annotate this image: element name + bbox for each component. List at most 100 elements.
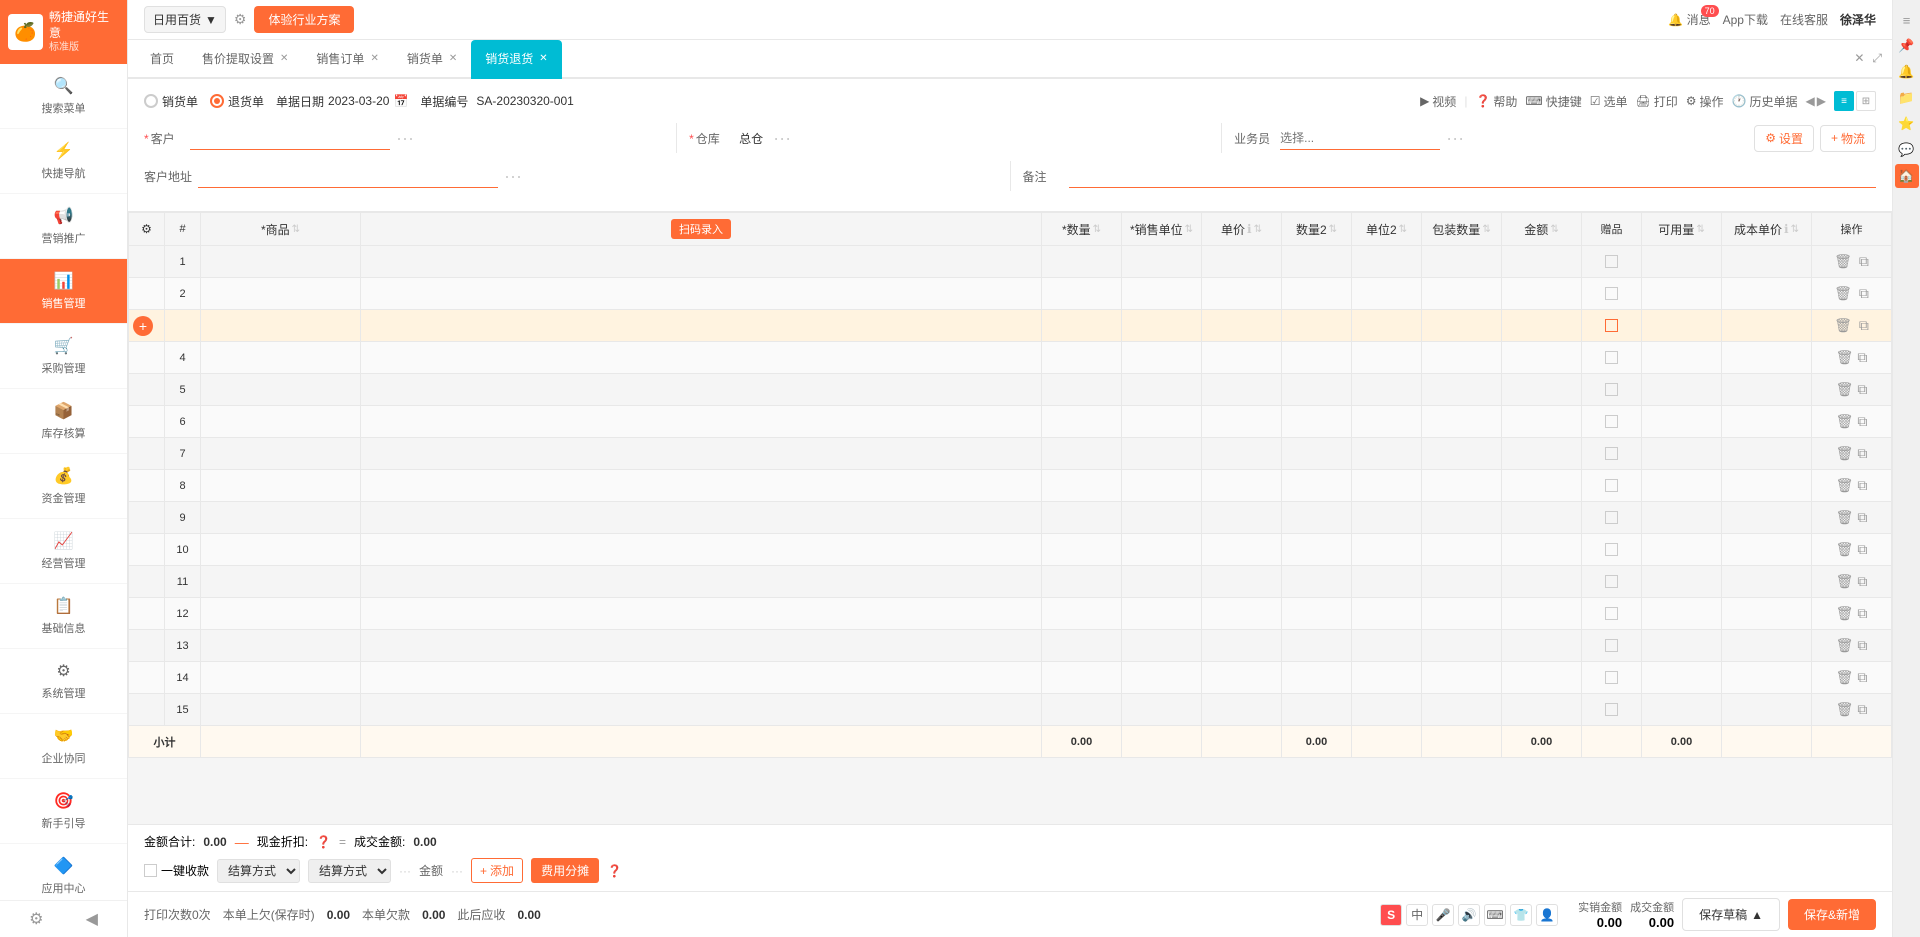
salesperson-dots-btn[interactable]: ···: [1446, 128, 1464, 149]
tab-close-btn[interactable]: ✕: [1852, 49, 1866, 68]
row-pack-1[interactable]: [1422, 246, 1502, 278]
right-icon-1[interactable]: ≡: [1895, 8, 1919, 32]
unit-sort-icon[interactable]: ⇅: [1185, 224, 1193, 235]
logistics-button[interactable]: + 物流: [1820, 125, 1876, 152]
delete-btn-4[interactable]: 🗑: [1834, 347, 1856, 368]
gift-cb-12[interactable]: [1605, 607, 1618, 620]
delete-btn-1[interactable]: 🗑: [1832, 251, 1854, 272]
keyboard-icon[interactable]: ⌨: [1484, 904, 1506, 926]
tab-sales-doc[interactable]: 销货单 ✕: [393, 40, 471, 79]
online-service-link[interactable]: 在线客服: [1780, 11, 1828, 28]
next-arrow-icon[interactable]: ▶: [1817, 94, 1826, 108]
copy-btn-4[interactable]: ⧉: [1855, 347, 1869, 368]
list-view-btn[interactable]: ≡: [1834, 91, 1854, 111]
cost-sort-icon[interactable]: ⇅: [1791, 224, 1799, 235]
radio-return-doc[interactable]: 退货单: [210, 93, 264, 110]
one-click-cb[interactable]: [144, 864, 157, 877]
row-qty-3[interactable]: [1042, 310, 1122, 342]
row-unit2-1[interactable]: [1352, 246, 1422, 278]
sidebar-item-finance[interactable]: 💰 资金管理: [0, 454, 127, 519]
settings-button[interactable]: ⚙ 设置: [1754, 125, 1814, 152]
salesperson-input[interactable]: [1280, 127, 1440, 150]
tab-sales-return[interactable]: 销货退货 ✕: [471, 40, 561, 79]
gear-icon[interactable]: ⚙: [141, 222, 152, 236]
copy-btn-10[interactable]: ⧉: [1855, 539, 1869, 560]
add-payment-btn[interactable]: + 添加: [471, 858, 523, 883]
row-qty2-1[interactable]: [1282, 246, 1352, 278]
tab-price-settings[interactable]: 售价提取设置 ✕: [188, 40, 302, 79]
gift-cb-10[interactable]: [1605, 543, 1618, 556]
copy-btn-5[interactable]: ⧉: [1855, 379, 1869, 400]
gift-cb-13[interactable]: [1605, 639, 1618, 652]
copy-btn-15[interactable]: ⧉: [1855, 699, 1869, 720]
delete-btn-5[interactable]: 🗑: [1834, 379, 1856, 400]
sidebar-item-basic[interactable]: 📋 基础信息: [0, 584, 127, 649]
row-qty2-3[interactable]: [1282, 310, 1352, 342]
nav-arrows[interactable]: ◀ ▶: [1806, 94, 1826, 108]
tab-sales-order[interactable]: 销售订单 ✕: [302, 40, 392, 79]
delete-btn-6[interactable]: 🗑: [1834, 411, 1856, 432]
row-amount-2[interactable]: [1502, 278, 1582, 310]
tab-expand-btn[interactable]: ⤢: [1870, 49, 1884, 68]
calendar-icon[interactable]: 📅: [393, 94, 408, 108]
row-unit2-3[interactable]: [1352, 310, 1422, 342]
help-action[interactable]: ❓ 帮助: [1475, 93, 1517, 110]
copy-btn-3[interactable]: ⧉: [1857, 315, 1871, 336]
row-unit-3[interactable]: [1122, 310, 1202, 342]
right-icon-6[interactable]: 💬: [1895, 138, 1919, 162]
voice-icon[interactable]: 🔊: [1458, 904, 1480, 926]
add-row-button[interactable]: +: [133, 316, 153, 336]
row-pack-3[interactable]: [1422, 310, 1502, 342]
row-unit-2[interactable]: [1122, 278, 1202, 310]
delete-btn-14[interactable]: 🗑: [1834, 667, 1856, 688]
sidebar-item-system[interactable]: ⚙ 系统管理: [0, 649, 127, 714]
copy-btn-9[interactable]: ⧉: [1855, 507, 1869, 528]
gift-cb-8[interactable]: [1605, 479, 1618, 492]
delete-btn-15[interactable]: 🗑: [1834, 699, 1856, 720]
qty-sort-icon[interactable]: ⇅: [1093, 224, 1101, 235]
sidebar-item-purchase[interactable]: 🛒 采购管理: [0, 324, 127, 389]
gift-cb-9[interactable]: [1605, 511, 1618, 524]
save-draft-button[interactable]: 保存草稿 ▲: [1682, 898, 1780, 931]
prev-arrow-icon[interactable]: ◀: [1806, 94, 1815, 108]
customer-input[interactable]: [190, 127, 390, 150]
right-icon-4[interactable]: 📁: [1895, 86, 1919, 110]
tab-sales-doc-close[interactable]: ✕: [449, 53, 457, 64]
delete-btn-10[interactable]: 🗑: [1834, 539, 1856, 560]
goods-sort-icon[interactable]: ⇅: [292, 224, 300, 235]
select-action[interactable]: ☑ 选单: [1590, 93, 1628, 110]
row-goods-1[interactable]: [201, 246, 361, 278]
fee-help-icon[interactable]: ❓: [607, 864, 622, 878]
copy-btn-11[interactable]: ⧉: [1855, 571, 1869, 592]
sidebar-settings-btn[interactable]: ⚙: [29, 909, 43, 929]
tab-sales-order-close[interactable]: ✕: [370, 53, 378, 64]
person-icon[interactable]: 👤: [1536, 904, 1558, 926]
sidebar-item-apps[interactable]: 🔷 应用中心: [0, 844, 127, 900]
note-input[interactable]: [1069, 165, 1877, 188]
history-action[interactable]: 🕐 历史单据: [1732, 93, 1798, 110]
amount-sort-icon[interactable]: ⇅: [1550, 224, 1558, 235]
shirt-icon[interactable]: 👕: [1510, 904, 1532, 926]
address-dots-btn[interactable]: ···: [504, 166, 522, 187]
gift-cb-14[interactable]: [1605, 671, 1618, 684]
account-amount-dots[interactable]: ···: [451, 864, 463, 878]
copy-btn-12[interactable]: ⧉: [1855, 603, 1869, 624]
s-icon[interactable]: S: [1380, 904, 1402, 926]
delete-btn-3[interactable]: 🗑: [1832, 315, 1854, 336]
gift-cb-2[interactable]: [1605, 287, 1618, 300]
copy-btn-7[interactable]: ⧉: [1855, 443, 1869, 464]
copy-btn-14[interactable]: ⧉: [1855, 667, 1869, 688]
delete-btn-2[interactable]: 🗑: [1832, 283, 1854, 304]
row-price-1[interactable]: [1202, 246, 1282, 278]
grid-view-btn[interactable]: ⊞: [1856, 91, 1876, 111]
row-price-2[interactable]: [1202, 278, 1282, 310]
avail-sort-icon[interactable]: ⇅: [1696, 224, 1704, 235]
settlement-select[interactable]: 结算方式: [217, 859, 300, 883]
date-value[interactable]: 2023-03-20: [328, 94, 389, 108]
scan-button[interactable]: 扫码录入: [671, 219, 731, 239]
gift-cb-3[interactable]: [1605, 319, 1618, 332]
one-click-payment[interactable]: 一键收款: [144, 862, 209, 879]
gift-cb-7[interactable]: [1605, 447, 1618, 460]
gift-cb-1[interactable]: [1605, 255, 1618, 268]
row-amount-1[interactable]: [1502, 246, 1582, 278]
